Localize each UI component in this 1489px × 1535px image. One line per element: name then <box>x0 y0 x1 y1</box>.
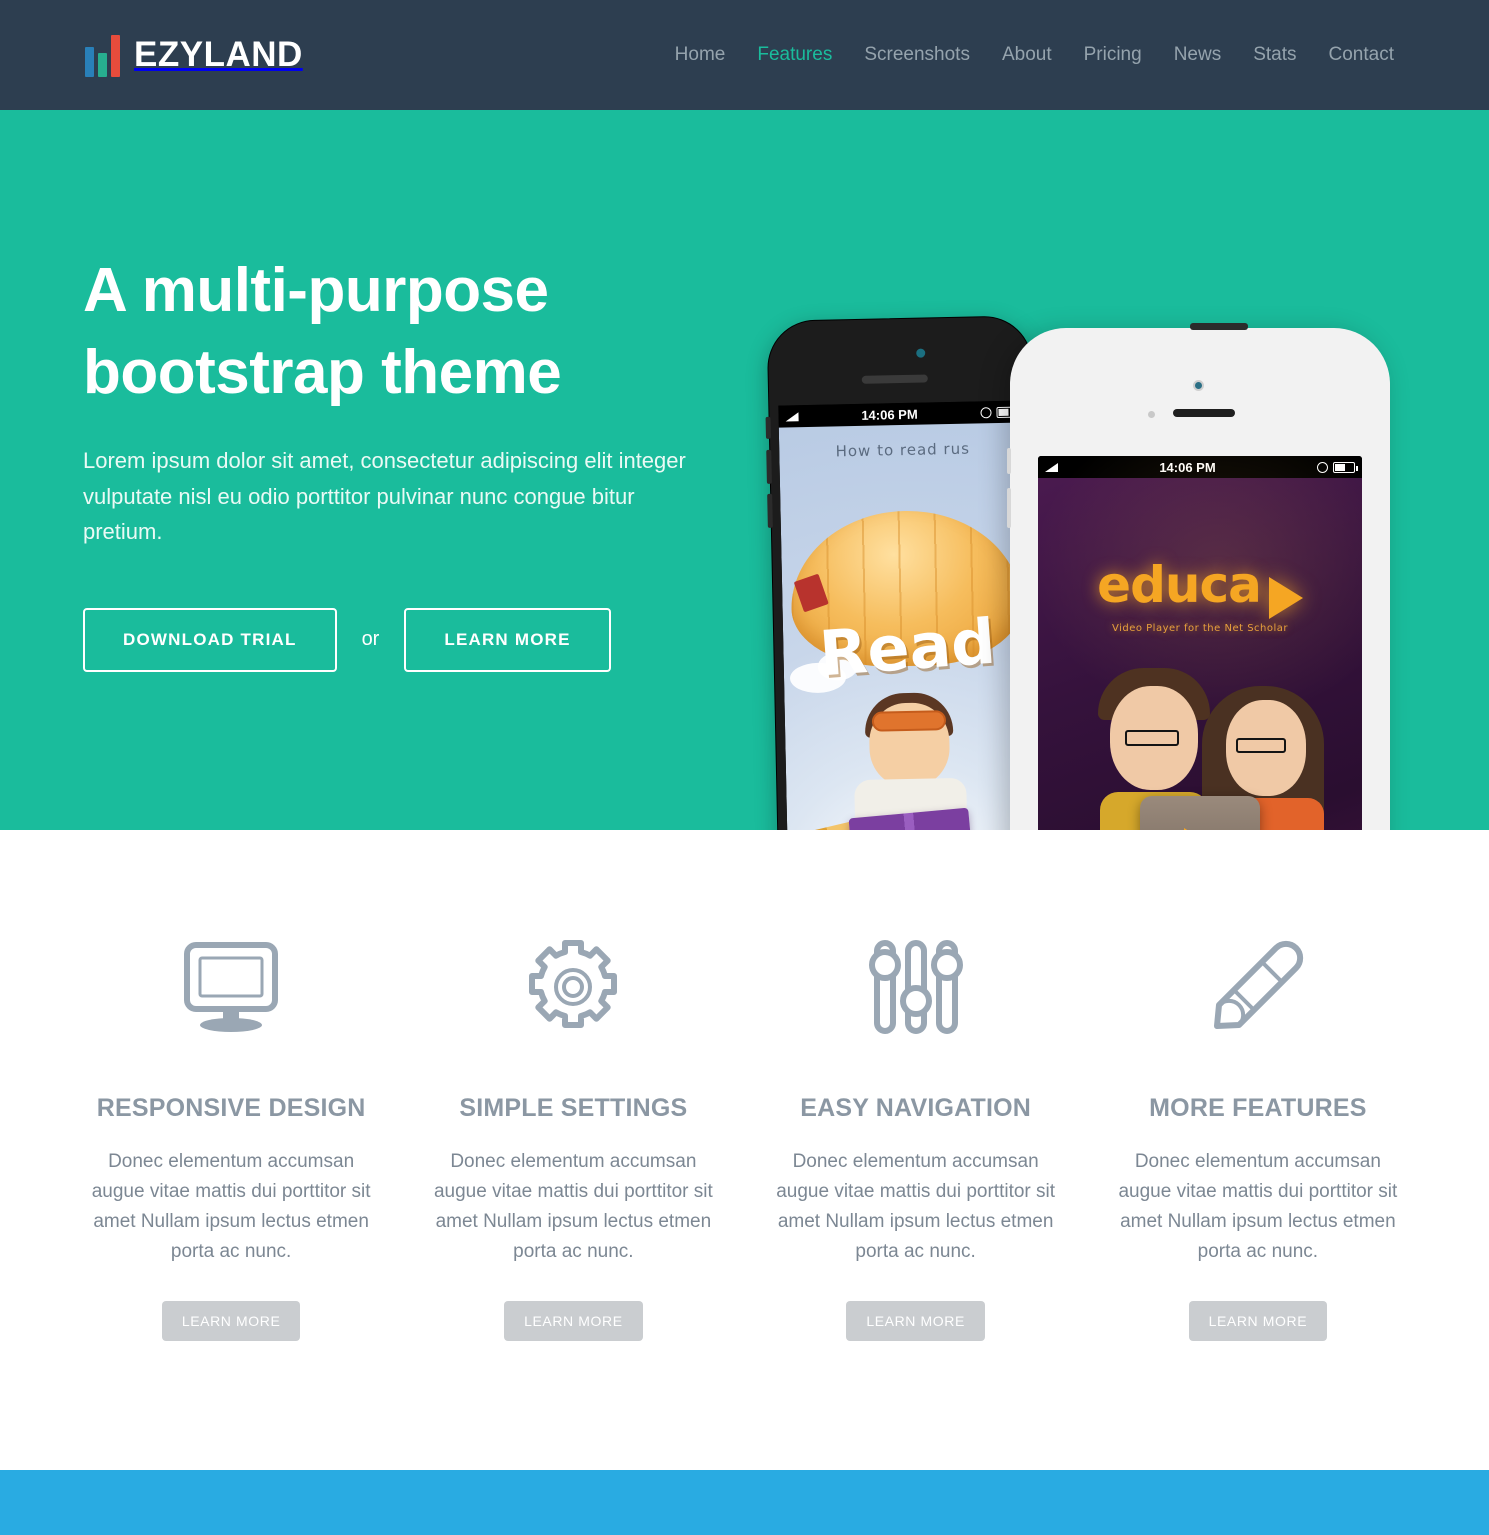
play-triangle-icon <box>1268 576 1303 619</box>
couple-characters-illustration <box>1038 668 1362 830</box>
phone-white: 14:06 PM educa Video Player for the Net … <box>1007 323 1390 830</box>
phone-white-earpiece-icon <box>1173 409 1235 417</box>
nav-item-news[interactable]: News <box>1174 44 1222 66</box>
read-app-headline: How to read rus <box>835 439 971 461</box>
hero-title: A multi-purpose bootstrap theme <box>83 250 743 415</box>
feature-description: Donec elementum accumsan augue vitae mat… <box>433 1151 713 1263</box>
download-trial-button[interactable]: DOWNLOAD TRIAL <box>83 607 337 672</box>
monitor-icon <box>82 928 380 1046</box>
brand-name: EZYLAND <box>134 35 303 74</box>
site-header: EZYLAND Home Features Screenshots About … <box>0 0 1489 110</box>
educa-app-name: educa <box>1097 556 1262 614</box>
phone-white-app-artwork: educa Video Player for the Net Scholar <box>1038 456 1362 830</box>
nav-item-about[interactable]: About <box>1002 44 1052 66</box>
feature-learn-more-button[interactable]: LEARN MORE <box>846 1301 985 1342</box>
brand-logo[interactable]: EZYLAND <box>85 33 303 77</box>
hero-phones-illustration: 14:06 PM How to read rus Read educa Vide… <box>765 110 1489 830</box>
feature-learn-more-button[interactable]: LEARN MORE <box>1188 1301 1328 1342</box>
phone-black-clock-icon <box>980 406 992 418</box>
phone-black-signal-icon <box>785 411 799 421</box>
hero-section: A multi-purpose bootstrap theme Lorem ip… <box>0 110 1489 830</box>
phone-black-button-volume-up <box>765 416 772 439</box>
feature-card-more-features: MORE FEATURES Donec elementum accumsan a… <box>1087 928 1429 1470</box>
person-left-glasses-icon <box>1125 730 1179 746</box>
feature-description: Donec elementum accumsan augue vitae mat… <box>91 1151 371 1263</box>
educa-app-tagline: Video Player for the Net Scholar <box>1111 622 1289 634</box>
feature-description: Donec elementum accumsan augue vitae mat… <box>776 1151 1056 1263</box>
nav-item-pricing[interactable]: Pricing <box>1084 44 1142 66</box>
phone-white-button-volume-down <box>1007 488 1011 528</box>
hero-subtitle: Lorem ipsum dolor sit amet, consectetur … <box>83 447 686 545</box>
phone-white-top-antenna <box>1190 323 1248 330</box>
nav-item-features[interactable]: Features <box>757 44 832 66</box>
phone-black-clock-label: 14:06 PM <box>861 406 918 423</box>
phone-white-button-volume-up <box>1007 448 1011 474</box>
phone-white-sensor-icon <box>1148 411 1155 418</box>
sliders-icon <box>767 928 1065 1046</box>
logo-bar-3 <box>111 35 120 77</box>
phone-black-button-mute <box>767 493 773 528</box>
phone-black-screen: 14:06 PM How to read rus Read <box>778 400 1037 830</box>
kid-character-illustration <box>833 691 987 830</box>
phone-white-screen: 14:06 PM educa Video Player for the Net … <box>1038 456 1362 830</box>
feature-description: Donec elementum accumsan augue vitae mat… <box>1118 1151 1398 1263</box>
nav-item-stats[interactable]: Stats <box>1253 44 1296 66</box>
feature-card-responsive-design: RESPONSIVE DESIGN Donec elementum accums… <box>60 928 402 1470</box>
educa-branding: educa Video Player for the Net Scholar <box>1038 556 1362 634</box>
phone-black-app-artwork: How to read rus Read <box>778 422 1037 830</box>
feature-title: EASY NAVIGATION <box>800 1094 1032 1122</box>
phone-black: 14:06 PM How to read rus Read <box>765 315 1045 830</box>
main-navigation: Home Features Screenshots About Pricing … <box>675 44 1394 66</box>
feature-title: RESPONSIVE DESIGN <box>96 1094 366 1122</box>
or-separator-label: or <box>361 628 380 651</box>
nav-item-home[interactable]: Home <box>675 44 726 66</box>
bottom-color-strip <box>0 1470 1489 1535</box>
gear-icon <box>424 928 722 1046</box>
logo-bar-1 <box>85 47 94 77</box>
feature-learn-more-button[interactable]: LEARN MORE <box>161 1301 301 1342</box>
nav-item-screenshots[interactable]: Screenshots <box>864 44 970 66</box>
bar-chart-logo-icon <box>85 33 120 77</box>
phone-black-earpiece-icon <box>861 374 928 384</box>
feature-title: SIMPLE SETTINGS <box>459 1094 688 1122</box>
phone-black-button-volume-down <box>766 449 772 484</box>
logo-bar-2 <box>98 53 107 77</box>
nav-item-contact[interactable]: Contact <box>1329 44 1394 66</box>
hero-copy: A multi-purpose bootstrap theme Lorem ip… <box>83 250 743 672</box>
feature-card-easy-navigation: EASY NAVIGATION Donec elementum accumsan… <box>745 928 1087 1470</box>
learn-more-button[interactable]: LEARN MORE <box>404 607 611 672</box>
feature-title: MORE FEATURES <box>1149 1094 1367 1122</box>
phone-white-camera-icon <box>1193 380 1204 391</box>
hero-title-line-2: bootstrap theme <box>83 338 562 408</box>
tablet-device-shape <box>1140 796 1260 830</box>
hero-actions: DOWNLOAD TRIAL or LEARN MORE <box>83 607 743 672</box>
feature-learn-more-button[interactable]: LEARN MORE <box>504 1301 643 1342</box>
pencil-icon <box>1109 928 1407 1046</box>
person-right-glasses-icon <box>1236 738 1286 753</box>
read-app-word: Read <box>816 604 998 691</box>
features-section: RESPONSIVE DESIGN Donec elementum accums… <box>0 830 1489 1470</box>
feature-card-simple-settings: SIMPLE SETTINGS Donec elementum accumsan… <box>402 928 744 1470</box>
tablet-play-triangle-icon <box>1184 828 1216 830</box>
hero-title-line-1: A multi-purpose <box>83 256 549 325</box>
phone-black-camera-icon <box>916 348 926 358</box>
kid-goggles-shape <box>871 710 946 732</box>
